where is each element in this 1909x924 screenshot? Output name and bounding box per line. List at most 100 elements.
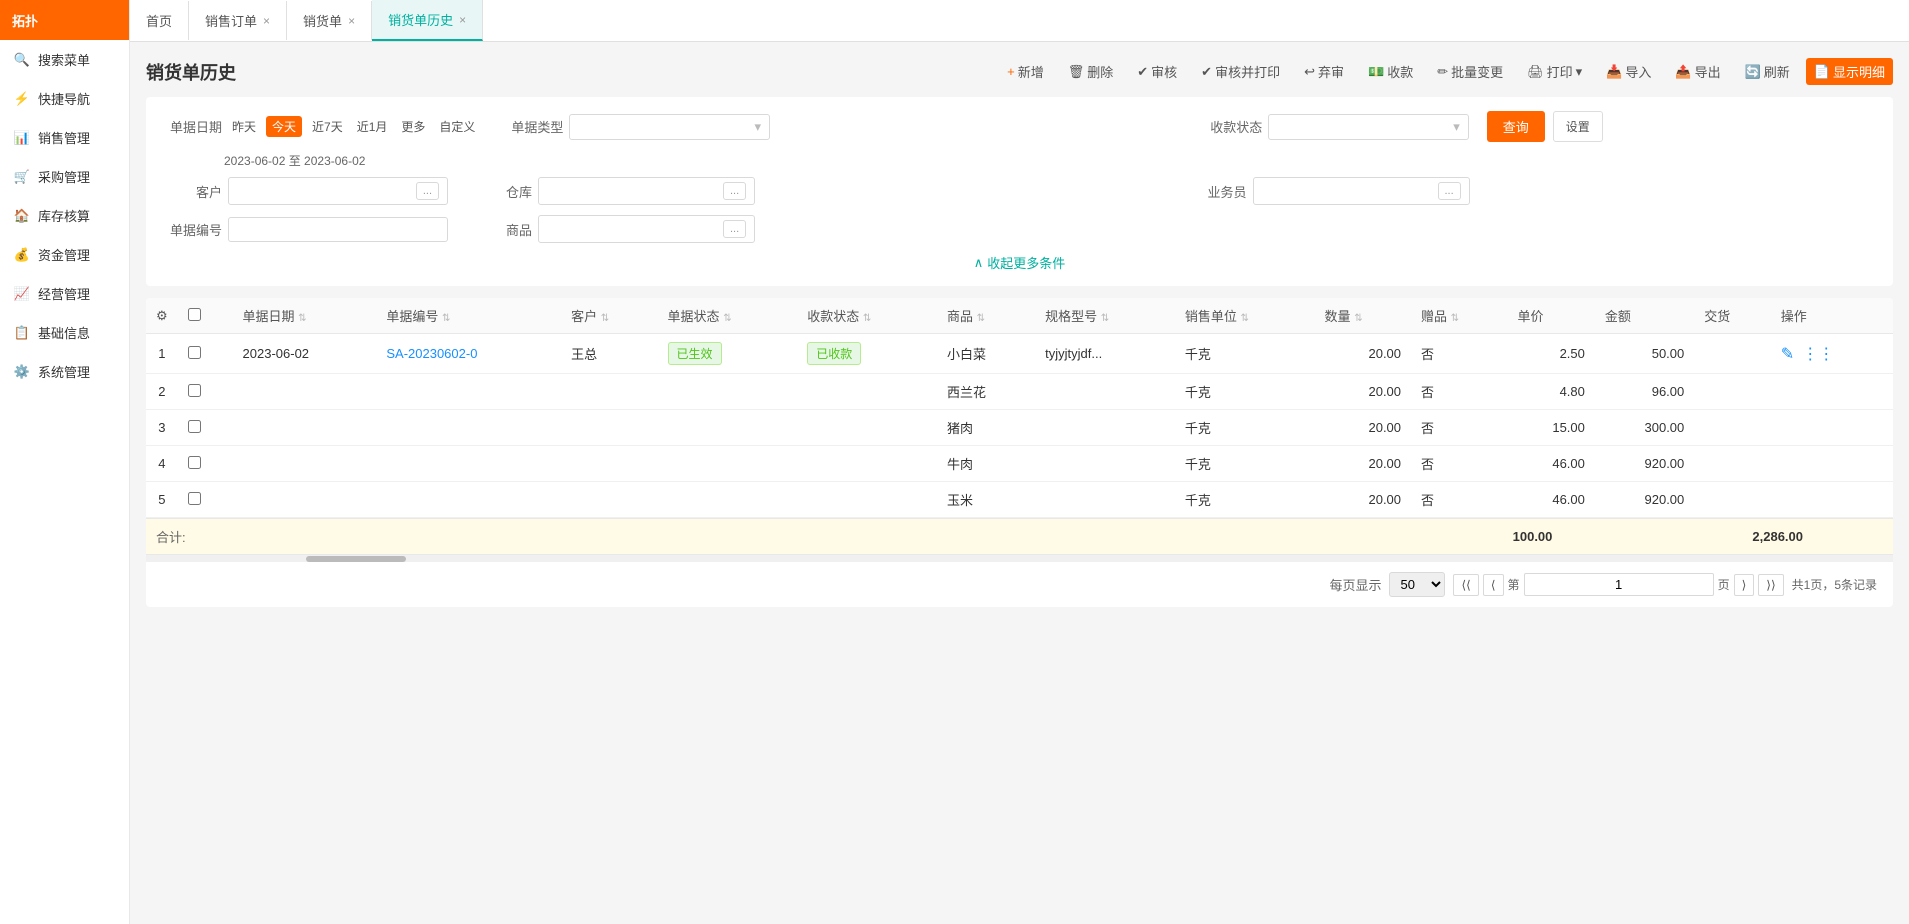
- customer-input[interactable]: [237, 184, 416, 199]
- tab-close-icon[interactable]: ×: [459, 13, 466, 27]
- page-next-button[interactable]: ⟩: [1734, 574, 1755, 596]
- sidebar-item-basic-info[interactable]: 📋 基础信息: [0, 313, 129, 352]
- filter-collapse[interactable]: ∧ 收起更多条件: [162, 253, 1877, 272]
- per-page-select[interactable]: 50 100 200: [1389, 572, 1445, 597]
- audit-button[interactable]: ✔ 审核: [1129, 58, 1185, 85]
- sort-icon[interactable]: ⇅: [1101, 313, 1109, 324]
- doc-type-input[interactable]: [578, 119, 754, 134]
- page-current-input[interactable]: [1524, 573, 1714, 596]
- money-icon: 💰: [14, 247, 30, 263]
- col-doc-status: 单据状态 ⇅: [658, 298, 798, 334]
- query-button[interactable]: 查询: [1487, 111, 1545, 142]
- row-checkbox[interactable]: [188, 492, 201, 505]
- audit-print-button[interactable]: ✔ 审核并打印: [1193, 58, 1288, 85]
- date-option-yesterday[interactable]: 昨天: [228, 116, 260, 137]
- cell-actions: [1771, 410, 1893, 446]
- collect-button[interactable]: 💵 收款: [1360, 58, 1421, 85]
- tab-home[interactable]: 首页: [130, 1, 189, 40]
- col-goods-label: 商品: [947, 309, 973, 324]
- import-button[interactable]: 📥 导入: [1598, 58, 1659, 85]
- page-prev-button[interactable]: ⟨: [1483, 574, 1504, 596]
- date-option-more[interactable]: 更多: [397, 116, 429, 137]
- cell-doc-no: SA-20230602-0: [376, 334, 561, 374]
- show-detail-button[interactable]: 📄 显示明细: [1806, 58, 1893, 85]
- page-last-button[interactable]: ⟩⟩: [1758, 574, 1783, 596]
- data-table: ⚙ 单据日期 ⇅ 单据编号 ⇅: [146, 298, 1893, 518]
- col-doc-no-label: 单据编号: [386, 309, 438, 324]
- tab-close-icon[interactable]: ×: [348, 14, 355, 28]
- cell-sales-unit: 千克: [1175, 482, 1315, 518]
- tab-sales-delivery[interactable]: 销货单 ×: [287, 1, 372, 40]
- sidebar-item-operations[interactable]: 📈 经营管理: [0, 274, 129, 313]
- salesperson-ellipsis-icon[interactable]: ...: [1438, 182, 1461, 200]
- filter-item-salesperson: 业务员 ...: [1187, 177, 1878, 205]
- sidebar-item-search-menu[interactable]: 🔍 搜索菜单: [0, 40, 129, 79]
- sidebar-item-sales-mgmt[interactable]: 📊 销售管理: [0, 118, 129, 157]
- cell-qty: 20.00: [1315, 482, 1411, 518]
- settings-button[interactable]: 设置: [1553, 111, 1603, 142]
- collect-icon: 💵: [1368, 64, 1384, 80]
- export-label: 导出: [1695, 62, 1721, 81]
- sidebar-item-inventory[interactable]: 🏠 库存核算: [0, 196, 129, 235]
- row-checkbox[interactable]: [188, 384, 201, 397]
- add-button[interactable]: + 新增: [999, 58, 1052, 85]
- horizontal-scrollbar[interactable]: [146, 554, 1893, 562]
- action-icons: ✎ ⋮⋮: [1781, 344, 1883, 364]
- select-all-checkbox[interactable]: [188, 308, 201, 321]
- doc-no-input[interactable]: [228, 217, 448, 242]
- date-option-7days[interactable]: 近7天: [308, 116, 347, 137]
- table-row: 4 牛肉 千克 20.00 否 46.00 920.00: [146, 446, 1893, 482]
- sort-icon[interactable]: ⇅: [1354, 313, 1362, 324]
- cell-gift: 否: [1411, 334, 1507, 374]
- export-button[interactable]: 📤 导出: [1667, 58, 1728, 85]
- gear-settings-icon[interactable]: ⚙: [156, 308, 168, 323]
- tab-close-icon[interactable]: ×: [263, 14, 270, 28]
- print-button[interactable]: 🖨 打印 ▾: [1519, 58, 1590, 85]
- goods-input[interactable]: [547, 222, 723, 237]
- collect-status-input[interactable]: [1277, 119, 1453, 134]
- sidebar-item-quick-nav[interactable]: ⚡ 快捷导航: [0, 79, 129, 118]
- date-option-today[interactable]: 今天: [266, 116, 302, 137]
- goods-ellipsis-icon[interactable]: ...: [723, 220, 746, 238]
- sort-icon[interactable]: ⇅: [601, 313, 609, 324]
- tab-sales-order[interactable]: 销售订单 ×: [189, 1, 287, 40]
- doc-no-link[interactable]: SA-20230602-0: [386, 346, 477, 361]
- cell-doc-date: [233, 410, 377, 446]
- dropdown-icon: ▾: [1576, 64, 1583, 80]
- cell-doc-status: [658, 374, 798, 410]
- tab-sales-history[interactable]: 销货单历史 ×: [372, 0, 483, 41]
- cell-customer: [561, 482, 657, 518]
- date-option-1month[interactable]: 近1月: [353, 116, 392, 137]
- sort-icon[interactable]: ⇅: [442, 313, 450, 324]
- sort-icon[interactable]: ⇅: [863, 313, 871, 324]
- sidebar-item-system[interactable]: ⚙️ 系统管理: [0, 352, 129, 391]
- batch-change-button[interactable]: ✏ 批量变更: [1429, 58, 1511, 85]
- sidebar-item-finance[interactable]: 💰 资金管理: [0, 235, 129, 274]
- sort-icon[interactable]: ⇅: [723, 313, 731, 324]
- cart-icon: 🛒: [14, 169, 30, 185]
- delete-button[interactable]: 🗑 删除: [1060, 58, 1122, 85]
- sort-icon[interactable]: ⇅: [1240, 313, 1248, 324]
- row-checkbox[interactable]: [188, 346, 201, 359]
- row-checkbox[interactable]: [188, 456, 201, 469]
- warehouse-ellipsis-icon[interactable]: ...: [723, 182, 746, 200]
- add-label: 新增: [1018, 62, 1044, 81]
- row-checkbox[interactable]: [188, 420, 201, 433]
- page-first-button[interactable]: ⟨⟨: [1453, 574, 1478, 596]
- sidebar-item-label: 系统管理: [38, 362, 90, 381]
- more-action-icon[interactable]: ⋮⋮: [1802, 344, 1834, 364]
- sort-icon[interactable]: ⇅: [1451, 313, 1459, 324]
- edit-row-icon[interactable]: ✎: [1781, 344, 1794, 364]
- refresh-button[interactable]: 🔄 刷新: [1737, 58, 1798, 85]
- sort-icon[interactable]: ⇅: [977, 313, 985, 324]
- sort-icon[interactable]: ⇅: [298, 313, 306, 324]
- salesperson-input[interactable]: [1262, 184, 1438, 199]
- sidebar-item-purchase-mgmt[interactable]: 🛒 采购管理: [0, 157, 129, 196]
- scrollbar-thumb[interactable]: [306, 556, 406, 562]
- abandon-button[interactable]: ↩ 弃审: [1296, 58, 1352, 85]
- cell-goods: 猪肉: [937, 410, 1035, 446]
- customer-ellipsis-icon[interactable]: ...: [416, 182, 439, 200]
- warehouse-input[interactable]: [547, 184, 723, 199]
- cell-doc-date: [233, 446, 377, 482]
- date-option-custom[interactable]: 自定义: [435, 116, 479, 137]
